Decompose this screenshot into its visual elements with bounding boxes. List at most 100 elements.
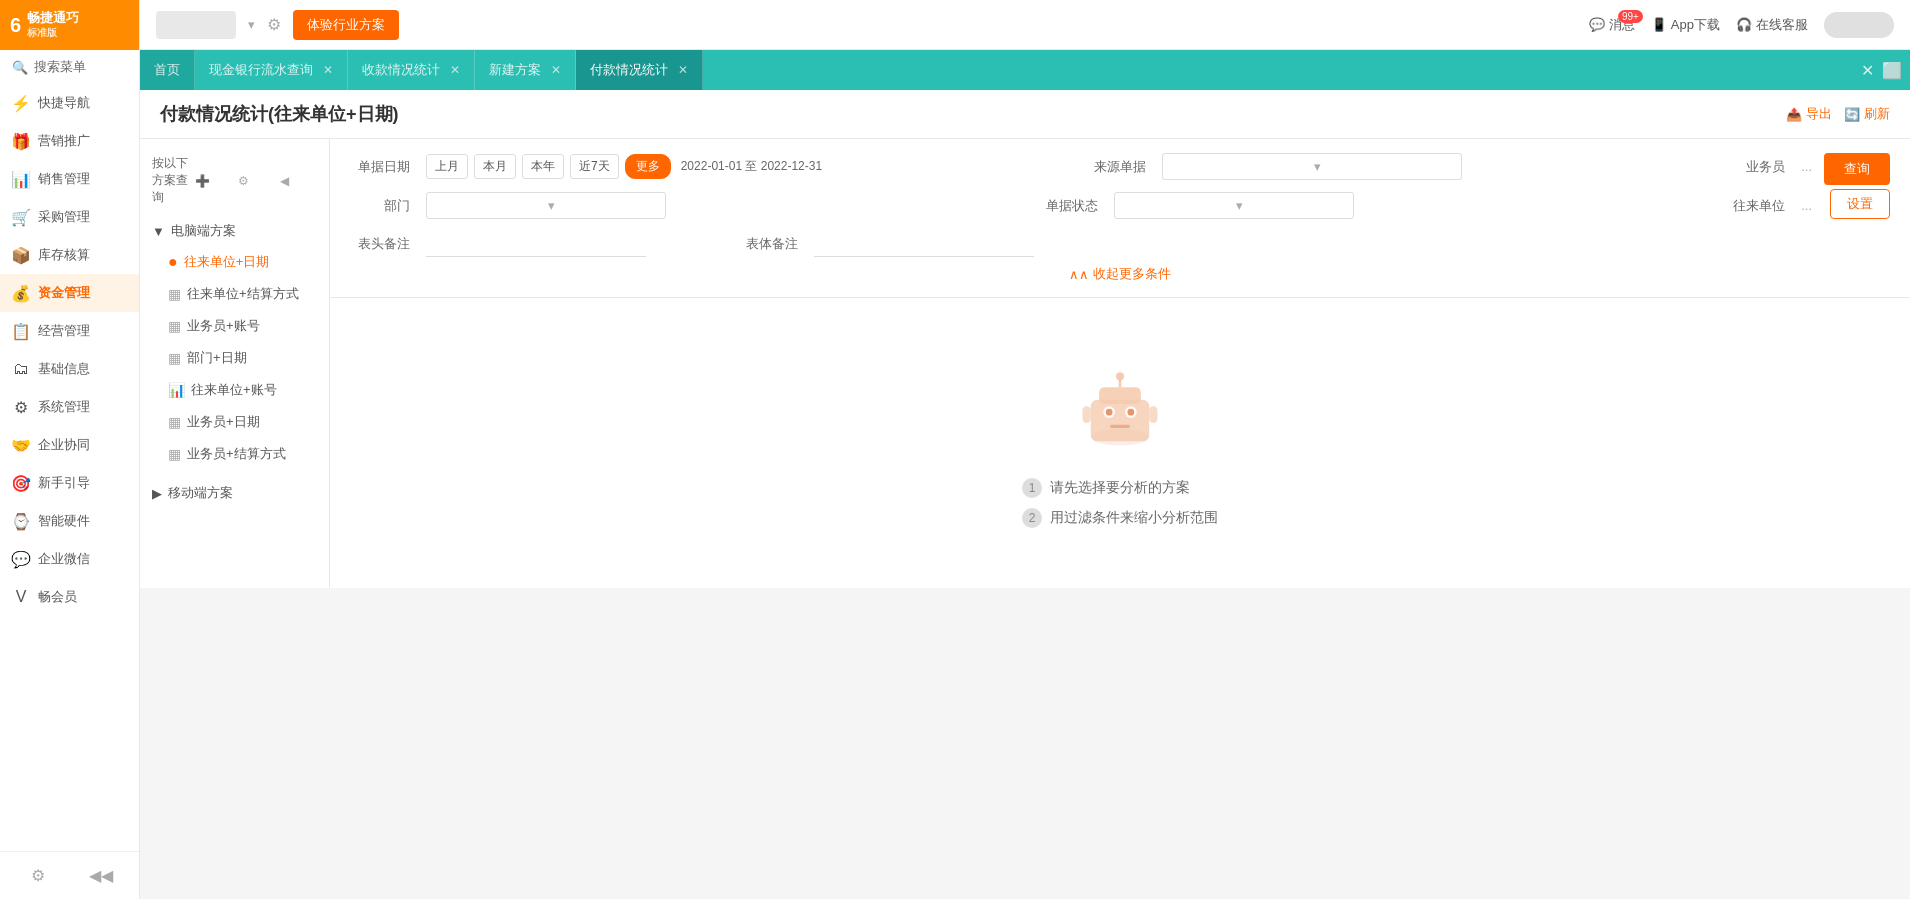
content-area: 按以下方案查询 ➕ ⚙ ◀ ▼ 电脑端方案 ● 往来单位+日期 ▦ — [140, 139, 1910, 588]
scheme-item-unit-account[interactable]: 📊 往来单位+账号 — [140, 374, 329, 406]
message-btn[interactable]: 💬 消息 99+ — [1589, 16, 1635, 34]
filter-row-notes: 表头备注 表体备注 — [350, 231, 1812, 257]
topbar-gear-icon[interactable]: ⚙ — [267, 15, 281, 34]
scheme-item-unit-settle[interactable]: ▦ 往来单位+结算方式 — [140, 278, 329, 310]
fund-label: 资金管理 — [38, 284, 90, 302]
tab-bank[interactable]: 现金银行流水查询 ✕ — [195, 50, 348, 90]
sidebar: 6 畅捷通巧 标准版 🔍 搜索菜单 ⚡ 快捷导航 🎁 营销推广 📊 销售管理 🛒… — [0, 0, 140, 899]
user-avatar[interactable] — [1824, 12, 1894, 38]
sidebar-item-inventory[interactable]: 📦 库存核算 — [0, 236, 139, 274]
scheme-item-label-1: 往来单位+结算方式 — [187, 285, 299, 303]
scheme-item-unit-date[interactable]: ● 往来单位+日期 — [140, 246, 329, 278]
app-icon: 📱 — [1651, 17, 1667, 32]
svg-rect-2 — [1099, 387, 1141, 404]
member-label: 畅会员 — [38, 588, 77, 606]
tab-payment-close-icon[interactable]: ✕ — [678, 63, 688, 77]
tab-home[interactable]: 首页 — [140, 50, 195, 90]
tab-receipt-label: 收款情况统计 — [362, 61, 440, 79]
query-btn[interactable]: 查询 — [1824, 153, 1890, 185]
date-options-group: 上月 本月 本年 近7天 更多 2022-01-01 至 2022-12-31 — [426, 154, 822, 179]
tab-new-close-icon[interactable]: ✕ — [551, 63, 561, 77]
sidebar-item-operation[interactable]: 📋 经营管理 — [0, 312, 139, 350]
scheme-item-staff-account[interactable]: ▦ 业务员+账号 — [140, 310, 329, 342]
source-chevron-icon: ▾ — [1314, 159, 1451, 174]
refresh-btn[interactable]: 🔄 刷新 — [1844, 105, 1890, 123]
quicknav-label: 快捷导航 — [38, 94, 90, 112]
status-select[interactable]: ▾ — [1114, 192, 1354, 219]
scheme-group-mobile-title[interactable]: ▶ 移动端方案 — [140, 478, 329, 508]
workspace-chevron-icon[interactable]: ▾ — [248, 17, 255, 32]
date-btn-more[interactable]: 更多 — [625, 154, 671, 179]
tab-home-label: 首页 — [154, 61, 180, 79]
filter-row-date: 单据日期 上月 本月 本年 近7天 更多 2022-01-01 至 2022-1… — [350, 153, 1812, 180]
message-badge: 99+ — [1618, 10, 1643, 23]
collapse-filter-btn[interactable]: ∧∧ 收起更多条件 — [1069, 265, 1171, 283]
add-scheme-icon[interactable]: ➕ — [195, 174, 232, 188]
right-panel: 单据日期 上月 本月 本年 近7天 更多 2022-01-01 至 2022-1… — [330, 139, 1910, 588]
scheme-item-staff-settle[interactable]: ▦ 业务员+结算方式 — [140, 438, 329, 470]
workspace-avatar — [156, 11, 236, 39]
sidebar-item-sales[interactable]: 📊 销售管理 — [0, 160, 139, 198]
app-download-btn[interactable]: 📱 App下载 — [1651, 16, 1720, 34]
tab-receipt[interactable]: 收款情况统计 ✕ — [348, 50, 475, 90]
sidebar-item-fund[interactable]: 💰 资金管理 — [0, 274, 139, 312]
tab-new[interactable]: 新建方案 ✕ — [475, 50, 576, 90]
staff-select-dots[interactable]: ... — [1801, 159, 1812, 174]
sidebar-item-guide[interactable]: 🎯 新手引导 — [0, 464, 139, 502]
date-btn-this-month[interactable]: 本月 — [474, 154, 516, 179]
svg-point-6 — [1128, 409, 1135, 416]
marketing-label: 营销推广 — [38, 132, 90, 150]
sidebar-item-system[interactable]: ⚙ 系统管理 — [0, 388, 139, 426]
tab-close-all-btn[interactable]: ✕ — [1861, 61, 1874, 80]
online-service-btn[interactable]: 🎧 在线客服 — [1736, 16, 1808, 34]
sidebar-item-wechat[interactable]: 💬 企业微信 — [0, 540, 139, 578]
service-icon: 🎧 — [1736, 17, 1752, 32]
scheme-item-label-2: 业务员+账号 — [187, 317, 260, 335]
tab-payment[interactable]: 付款情况统计 ✕ — [576, 50, 703, 90]
export-btn[interactable]: 📤 导出 — [1786, 105, 1832, 123]
filter-settings-btn[interactable]: 设置 — [1830, 189, 1890, 219]
sidebar-item-quicknav[interactable]: ⚡ 快捷导航 — [0, 84, 139, 122]
hint-text-1: 请先选择要分析的方案 — [1050, 479, 1190, 497]
scheme-item-dept-date[interactable]: ▦ 部门+日期 — [140, 342, 329, 374]
page-title: 付款情况统计(往来单位+日期) — [160, 102, 399, 126]
member-icon: V — [12, 588, 30, 606]
tab-bank-label: 现金银行流水查询 — [209, 61, 313, 79]
scheme-settings-icon[interactable]: ⚙ — [238, 174, 275, 188]
tab-receipt-close-icon[interactable]: ✕ — [450, 63, 460, 77]
guide-label: 新手引导 — [38, 474, 90, 492]
purchase-label: 采购管理 — [38, 208, 90, 226]
search-menu[interactable]: 🔍 搜索菜单 — [0, 50, 139, 84]
filter-row-dept: 部门 ▾ 单据状态 ▾ — [350, 192, 1812, 219]
scheme-item-staff-date[interactable]: ▦ 业务员+日期 — [140, 406, 329, 438]
sidebar-item-hardware[interactable]: ⌚ 智能硬件 — [0, 502, 139, 540]
date-btn-this-year[interactable]: 本年 — [522, 154, 564, 179]
scheme-item-icon-4: 📊 — [168, 382, 185, 398]
collapse-sidebar-btn[interactable]: ◀◀ — [72, 860, 132, 891]
collapse-panel-icon[interactable]: ◀ — [280, 174, 317, 188]
body-note-input[interactable] — [814, 231, 1034, 257]
topbar: ▾ ⚙ 体验行业方案 💬 消息 99+ 📱 App下载 🎧 在线客服 — [140, 0, 1910, 50]
source-select[interactable]: ▾ — [1162, 153, 1462, 180]
app-label: App下载 — [1671, 16, 1720, 34]
settings-bottom-btn[interactable]: ⚙ — [8, 860, 68, 891]
page-header-actions: 📤 导出 🔄 刷新 — [1786, 105, 1890, 123]
svg-rect-1 — [1091, 400, 1149, 442]
tab-payment-label: 付款情况统计 — [590, 61, 668, 79]
sidebar-item-enterprise[interactable]: 🤝 企业协同 — [0, 426, 139, 464]
trial-btn[interactable]: 体验行业方案 — [293, 10, 399, 40]
date-btn-last-month[interactable]: 上月 — [426, 154, 468, 179]
tab-maximize-btn[interactable]: ⬜ — [1882, 61, 1902, 80]
unit-select-dots[interactable]: ... — [1801, 198, 1812, 213]
tab-bank-close-icon[interactable]: ✕ — [323, 63, 333, 77]
sidebar-item-purchase[interactable]: 🛒 采购管理 — [0, 198, 139, 236]
sidebar-item-marketing[interactable]: 🎁 营销推广 — [0, 122, 139, 160]
sidebar-item-basicinfo[interactable]: 🗂 基础信息 — [0, 350, 139, 388]
header-note-input[interactable] — [426, 231, 646, 257]
date-btn-7days[interactable]: 近7天 — [570, 154, 619, 179]
dept-select[interactable]: ▾ — [426, 192, 666, 219]
sidebar-item-member[interactable]: V 畅会员 — [0, 578, 139, 616]
scheme-group-desktop-title[interactable]: ▼ 电脑端方案 — [140, 216, 329, 246]
operation-icon: 📋 — [12, 322, 30, 340]
scheme-item-label-0: 往来单位+日期 — [184, 253, 270, 271]
